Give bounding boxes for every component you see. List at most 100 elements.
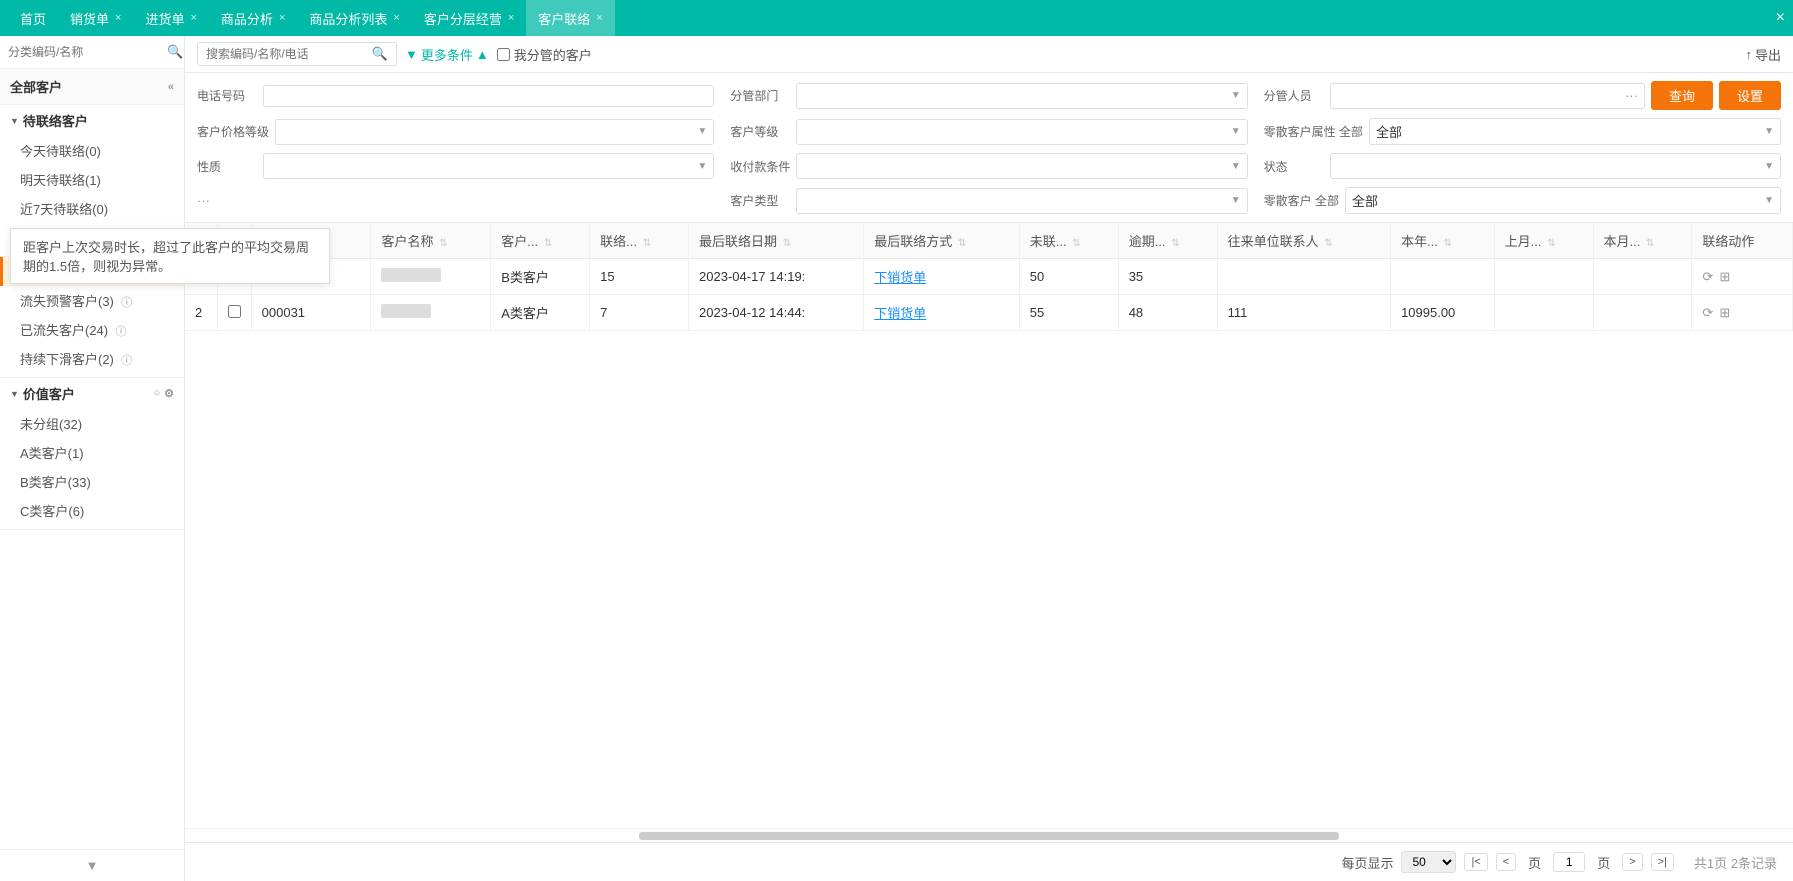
prev-page-button[interactable]: < (1496, 853, 1516, 871)
close-customer-contact-tab-icon[interactable]: × (596, 12, 602, 24)
sort-uncontact-icon[interactable]: ⇅ (1072, 238, 1080, 249)
group-tri2-icon: ▼ (10, 389, 19, 399)
customer-level-select[interactable]: ▼ (796, 119, 1247, 145)
sidebar-search-icon[interactable]: 🔍 (167, 44, 183, 60)
manager-select[interactable]: ··· (1330, 83, 1645, 109)
manager-filter: 分管人员 ··· 查询 设置 (1264, 81, 1781, 110)
sidebar-item-class-c[interactable]: C类客户(6) (0, 496, 184, 525)
close-purchase-tab-icon[interactable]: × (190, 12, 196, 24)
my-customer-checkbox[interactable] (497, 48, 510, 61)
search-input[interactable] (206, 47, 368, 61)
page-number-input[interactable] (1553, 852, 1585, 872)
row2-code[interactable]: 000031 (251, 295, 371, 331)
pending-contact-group-title[interactable]: ▼ 待联络客户 (0, 105, 184, 136)
status-select[interactable]: ▼ (1330, 153, 1781, 179)
row2-last-date: 2023-04-12 14:44: (689, 295, 864, 331)
row1-grid-icon[interactable]: ⊞ (1719, 269, 1730, 285)
sort-contact-icon[interactable]: ⇅ (643, 238, 651, 249)
sidebar-search-input[interactable] (8, 45, 163, 59)
nav-tab-product-analysis[interactable]: 商品分析 × (209, 0, 297, 36)
sort-name-icon[interactable]: ⇅ (439, 238, 447, 249)
row2-grid-icon[interactable]: ⊞ (1719, 305, 1730, 321)
price-level-filter: 客户价格等级 ▼ (197, 118, 714, 145)
all-customers-header[interactable]: 全部客户 « (0, 69, 184, 105)
row1-action-icons: ⟳ ⊞ (1702, 269, 1782, 285)
retail-attr-arrow-icon: ▼ (1764, 126, 1774, 137)
nav-tab-sales[interactable]: 销货单 × (58, 0, 133, 36)
first-page-button[interactable]: |< (1464, 853, 1487, 871)
close-customer-segment-tab-icon[interactable]: × (508, 12, 514, 24)
row2-this-year: 10995.00 (1391, 295, 1495, 331)
customer-type-arrow-icon: ▼ (1231, 195, 1241, 206)
page-size-select[interactable]: 50 100 200 (1401, 851, 1456, 873)
row2-overdue: 48 (1118, 295, 1217, 331)
close-product-analysis-tab-icon[interactable]: × (279, 12, 285, 24)
group-tri-icon: ▼ (10, 116, 19, 126)
nav-tab-purchase[interactable]: 进货单 × (133, 0, 208, 36)
sidebar-item-class-b[interactable]: B类客户(33) (0, 467, 184, 496)
row1-this-month (1593, 259, 1692, 295)
scrollbar-thumb[interactable] (639, 832, 1339, 840)
sort-date-icon[interactable]: ⇅ (783, 238, 791, 249)
price-level-arrow-icon: ▼ (697, 126, 707, 137)
more-conditions-button[interactable]: ▼ 更多条件 ▲ (405, 45, 489, 64)
horizontal-scrollbar[interactable] (185, 828, 1793, 842)
close-sales-tab-icon[interactable]: × (115, 12, 121, 24)
sidebar-item-class-a[interactable]: A类客户(1) (0, 438, 184, 467)
edit-icon[interactable]: ○ (153, 387, 160, 400)
col-customer-name: 客户名称 ⇅ (371, 223, 491, 259)
col-overdue: 逾期... ⇅ (1118, 223, 1217, 259)
close-all-tabs-button[interactable]: × (1776, 9, 1785, 27)
last-page-button[interactable]: >| (1651, 853, 1674, 871)
nav-tab-product-analysis-list[interactable]: 商品分析列表 × (297, 0, 411, 36)
search-icon[interactable]: 🔍 (372, 46, 388, 62)
retail-customer-select[interactable]: 全部 ▼ (1345, 187, 1781, 214)
sort-thismonth-icon[interactable]: ⇅ (1646, 238, 1654, 249)
sidebar-item-7days-contact[interactable]: 近7天待联络(0) (0, 194, 184, 223)
sidebar-item-declining[interactable]: 持续下滑客户(2) ⓘ (0, 344, 184, 373)
sidebar-item-churned[interactable]: 已流失客户(24) ⓘ (0, 315, 184, 344)
sort-overdue-icon[interactable]: ⇅ (1171, 238, 1179, 249)
sort-lastmonth-icon[interactable]: ⇅ (1547, 238, 1555, 249)
settings2-icon[interactable]: ⚙ (164, 387, 174, 400)
sidebar-collapse-icon[interactable]: « (168, 81, 174, 93)
sidebar: 🔍 全部客户 « ▼ 待联络客户 今天待联络(0) 明天待联络(1) 近7天待联… (0, 36, 185, 881)
row1-masked-name (381, 268, 441, 282)
query-button[interactable]: 查询 (1651, 81, 1713, 110)
filter-row-3: 性质 ▼ 收付款条件 ▼ 状态 (197, 153, 1781, 179)
settings-button[interactable]: 设置 (1719, 81, 1781, 110)
customer-type-select[interactable]: ▼ (796, 188, 1247, 214)
close-product-analysis-list-tab-icon[interactable]: × (393, 12, 399, 24)
row2-last-month (1494, 295, 1593, 331)
price-level-select[interactable]: ▼ (275, 119, 714, 145)
sidebar-bottom-arrow[interactable]: ▼ (0, 849, 184, 881)
sidebar-item-unclassified[interactable]: 未分组(32) (0, 409, 184, 438)
sort-year-icon[interactable]: ⇅ (1444, 238, 1452, 249)
nav-tab-customer-segment[interactable]: 客户分层经营 × (412, 0, 526, 36)
row1-link-icon[interactable]: ⟳ (1702, 269, 1713, 285)
payment-select[interactable]: ▼ (796, 153, 1247, 179)
my-customer-checkbox-area[interactable]: 我分管的客户 (497, 45, 592, 64)
row2-select-checkbox[interactable] (228, 305, 241, 318)
sidebar-item-today-contact[interactable]: 今天待联络(0) (0, 136, 184, 165)
payment-filter: 收付款条件 ▼ (730, 153, 1247, 179)
retail-customer-arrow-icon: ▼ (1764, 195, 1774, 206)
row2-link-icon[interactable]: ⟳ (1702, 305, 1713, 321)
export-button[interactable]: ↑ 导出 (1745, 45, 1781, 64)
nature-select[interactable]: ▼ (263, 153, 714, 179)
phone-input[interactable] (263, 85, 714, 107)
next-page-button[interactable]: > (1622, 853, 1642, 871)
sort-level-icon[interactable]: ⇅ (544, 238, 552, 249)
nav-tab-home[interactable]: 首页 (8, 0, 58, 36)
dept-select[interactable]: ▼ (796, 83, 1247, 109)
sort-method-icon[interactable]: ⇅ (958, 238, 966, 249)
sidebar-item-churn-warning[interactable]: 流失预警客户(3) ⓘ (0, 286, 184, 315)
nav-tab-customer-contact[interactable]: 客户联络 × (526, 0, 614, 36)
sidebar-item-tomorrow-contact[interactable]: 明天待联络(1) (0, 165, 184, 194)
pagination-bar: 每页显示 50 100 200 |< < 页 页 > >| 共1页 2条记录 (185, 842, 1793, 881)
extra-filter-dots[interactable]: ··· (197, 193, 210, 208)
retail-attr-select[interactable]: 全部 ▼ (1369, 118, 1781, 145)
col-last-contact-date: 最后联络日期 ⇅ (689, 223, 864, 259)
sort-unit-icon[interactable]: ⇅ (1324, 238, 1332, 249)
value-customer-group-title[interactable]: ▼ 价值客户 ○ ⚙ (0, 378, 184, 409)
